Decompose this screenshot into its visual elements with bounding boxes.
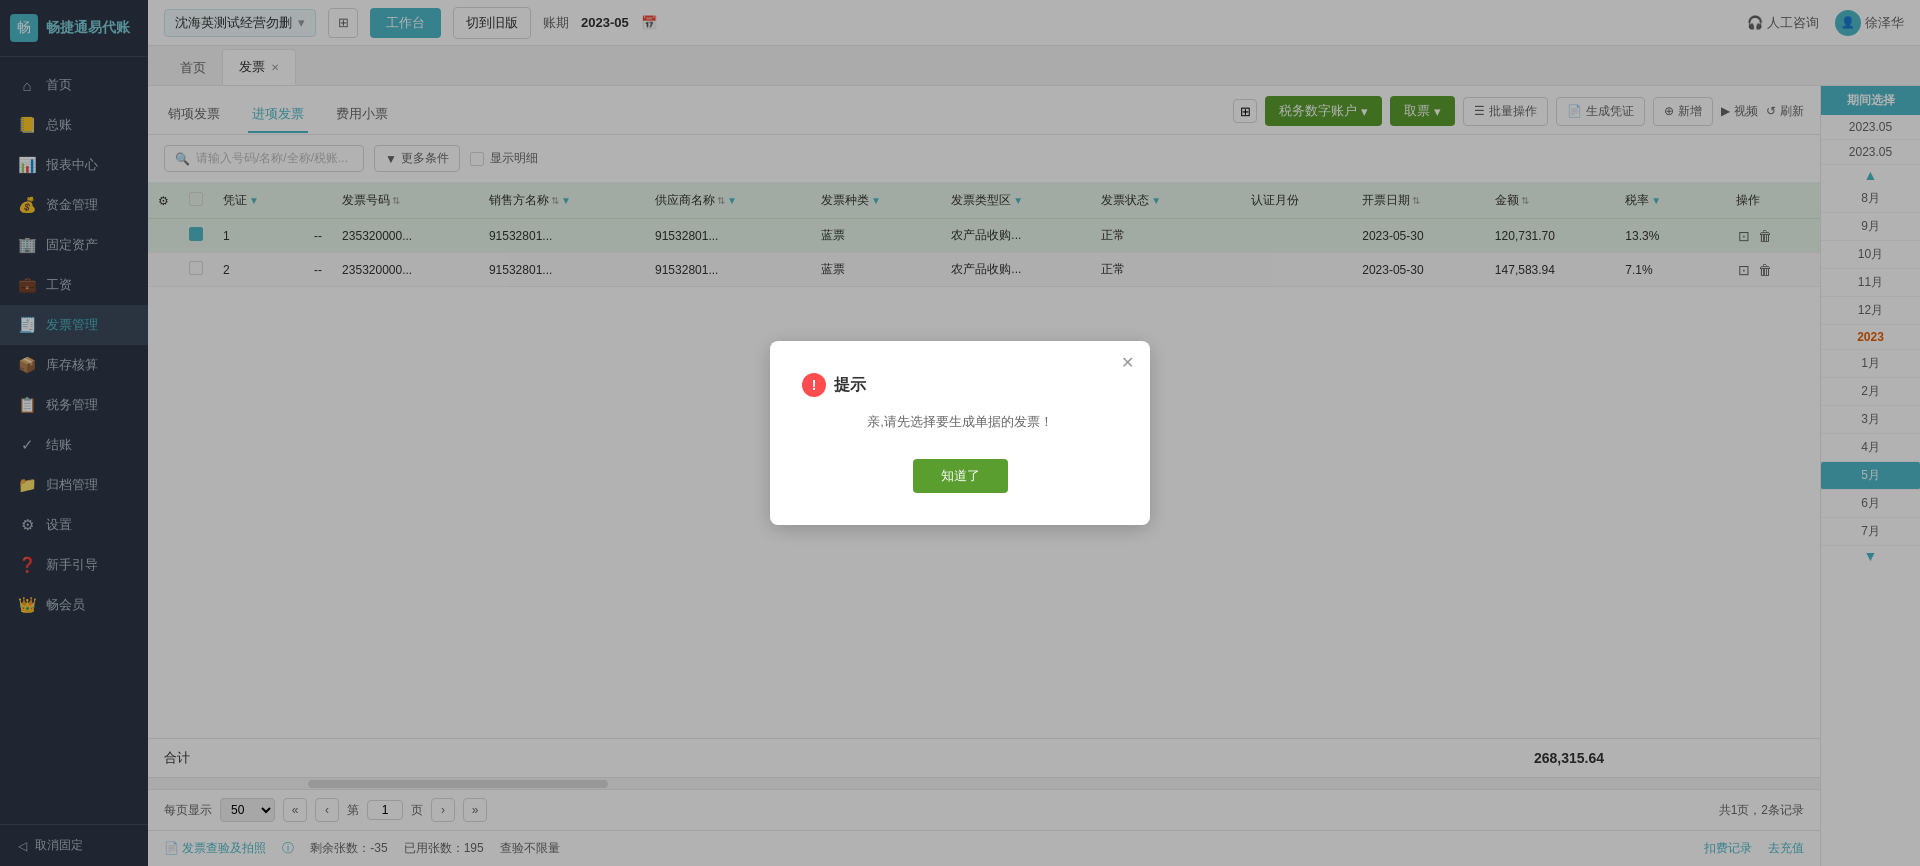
dialog-confirm-button[interactable]: 知道了 (913, 459, 1008, 493)
dialog-message: 亲,请先选择要生成单据的发票！ (802, 413, 1118, 431)
alert-dialog: ✕ ! 提示 亲,请先选择要生成单据的发票！ 知道了 (770, 341, 1150, 525)
dialog-title: ! 提示 (802, 373, 1118, 397)
dialog-overlay[interactable]: ✕ ! 提示 亲,请先选择要生成单据的发票！ 知道了 (0, 0, 1920, 866)
warning-icon: ! (802, 373, 826, 397)
dialog-close-button[interactable]: ✕ (1121, 353, 1134, 372)
